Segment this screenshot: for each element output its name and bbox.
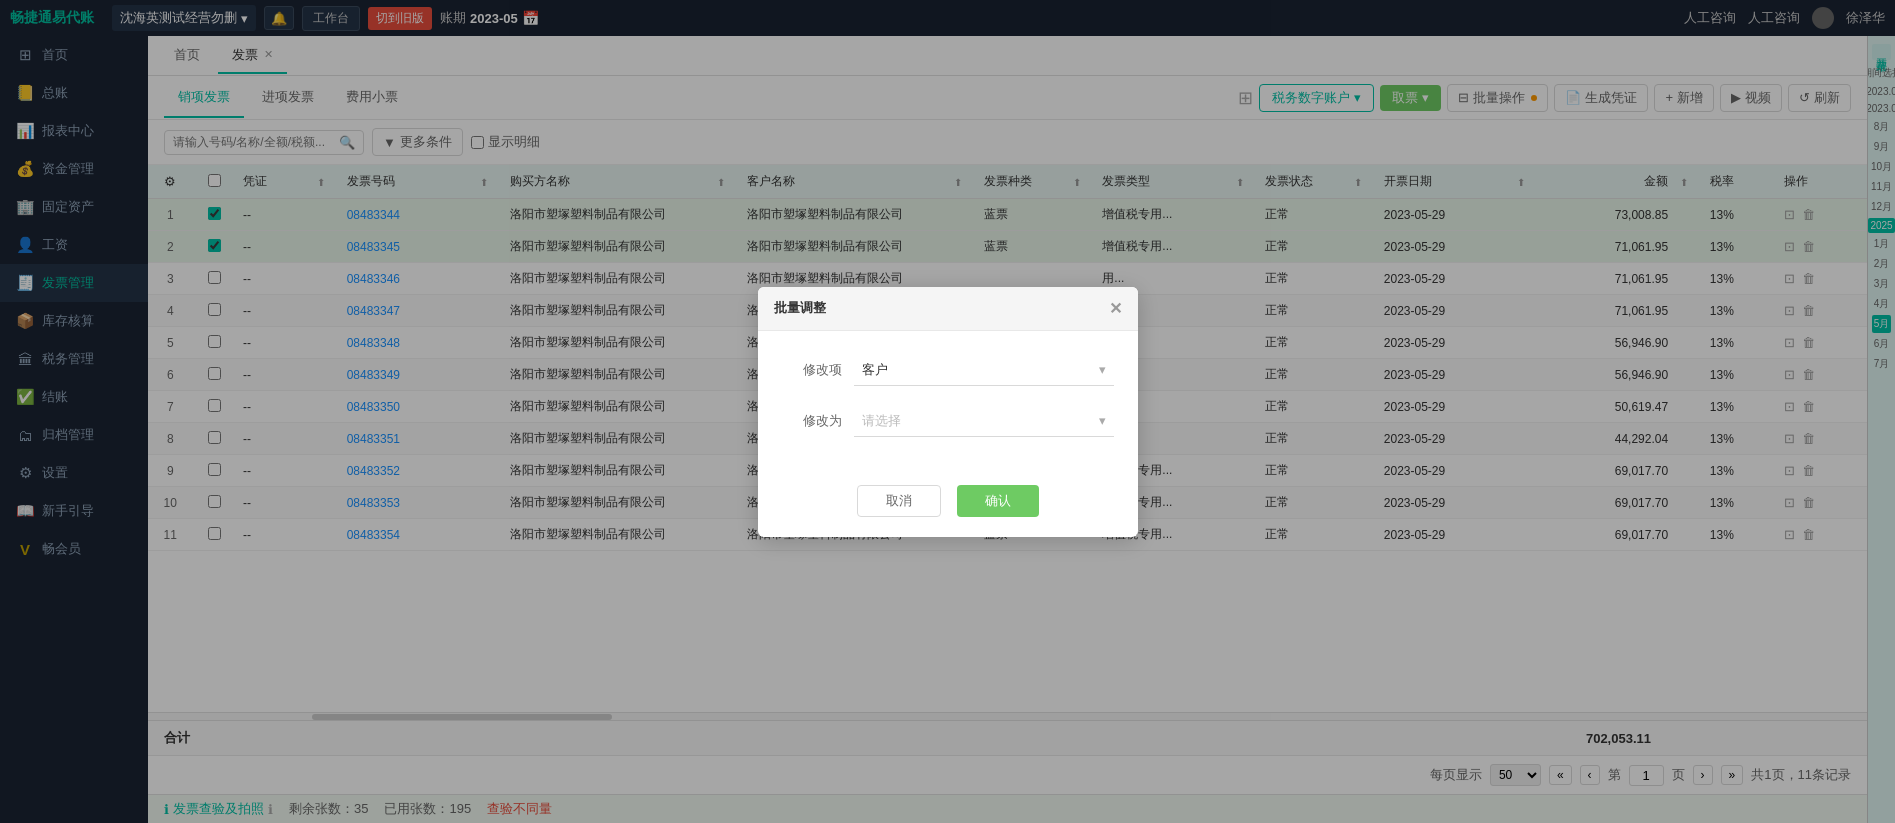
modal-footer: 取消 确认 xyxy=(758,473,1138,537)
modify-to-label: 修改为 xyxy=(782,412,842,430)
modify-to-select[interactable]: 请选择 ▾ xyxy=(854,406,1114,437)
modal-body: 修改项 客户 ▾ 修改为 请选择 ▾ xyxy=(758,331,1138,473)
confirm-btn[interactable]: 确认 xyxy=(957,485,1039,517)
modify-to-row: 修改为 请选择 ▾ xyxy=(782,406,1114,437)
modify-item-label: 修改项 xyxy=(782,361,842,379)
chevron-down-icon: ▾ xyxy=(1099,362,1106,377)
batch-adjust-modal: 批量调整 ✕ 修改项 客户 ▾ 修改为 请选择 ▾ 取消 确认 xyxy=(758,287,1138,537)
modal-overlay[interactable]: 批量调整 ✕ 修改项 客户 ▾ 修改为 请选择 ▾ 取消 确认 xyxy=(0,0,1895,823)
chevron-down-icon2: ▾ xyxy=(1099,413,1106,428)
modify-item-row: 修改项 客户 ▾ xyxy=(782,355,1114,386)
modify-item-select[interactable]: 客户 ▾ xyxy=(854,355,1114,386)
cancel-btn[interactable]: 取消 xyxy=(857,485,941,517)
modify-item-value: 客户 xyxy=(862,361,888,379)
modal-header: 批量调整 ✕ xyxy=(758,287,1138,331)
modal-close-btn[interactable]: ✕ xyxy=(1109,299,1122,318)
modify-to-placeholder: 请选择 xyxy=(862,412,901,430)
modal-title: 批量调整 xyxy=(774,299,826,317)
